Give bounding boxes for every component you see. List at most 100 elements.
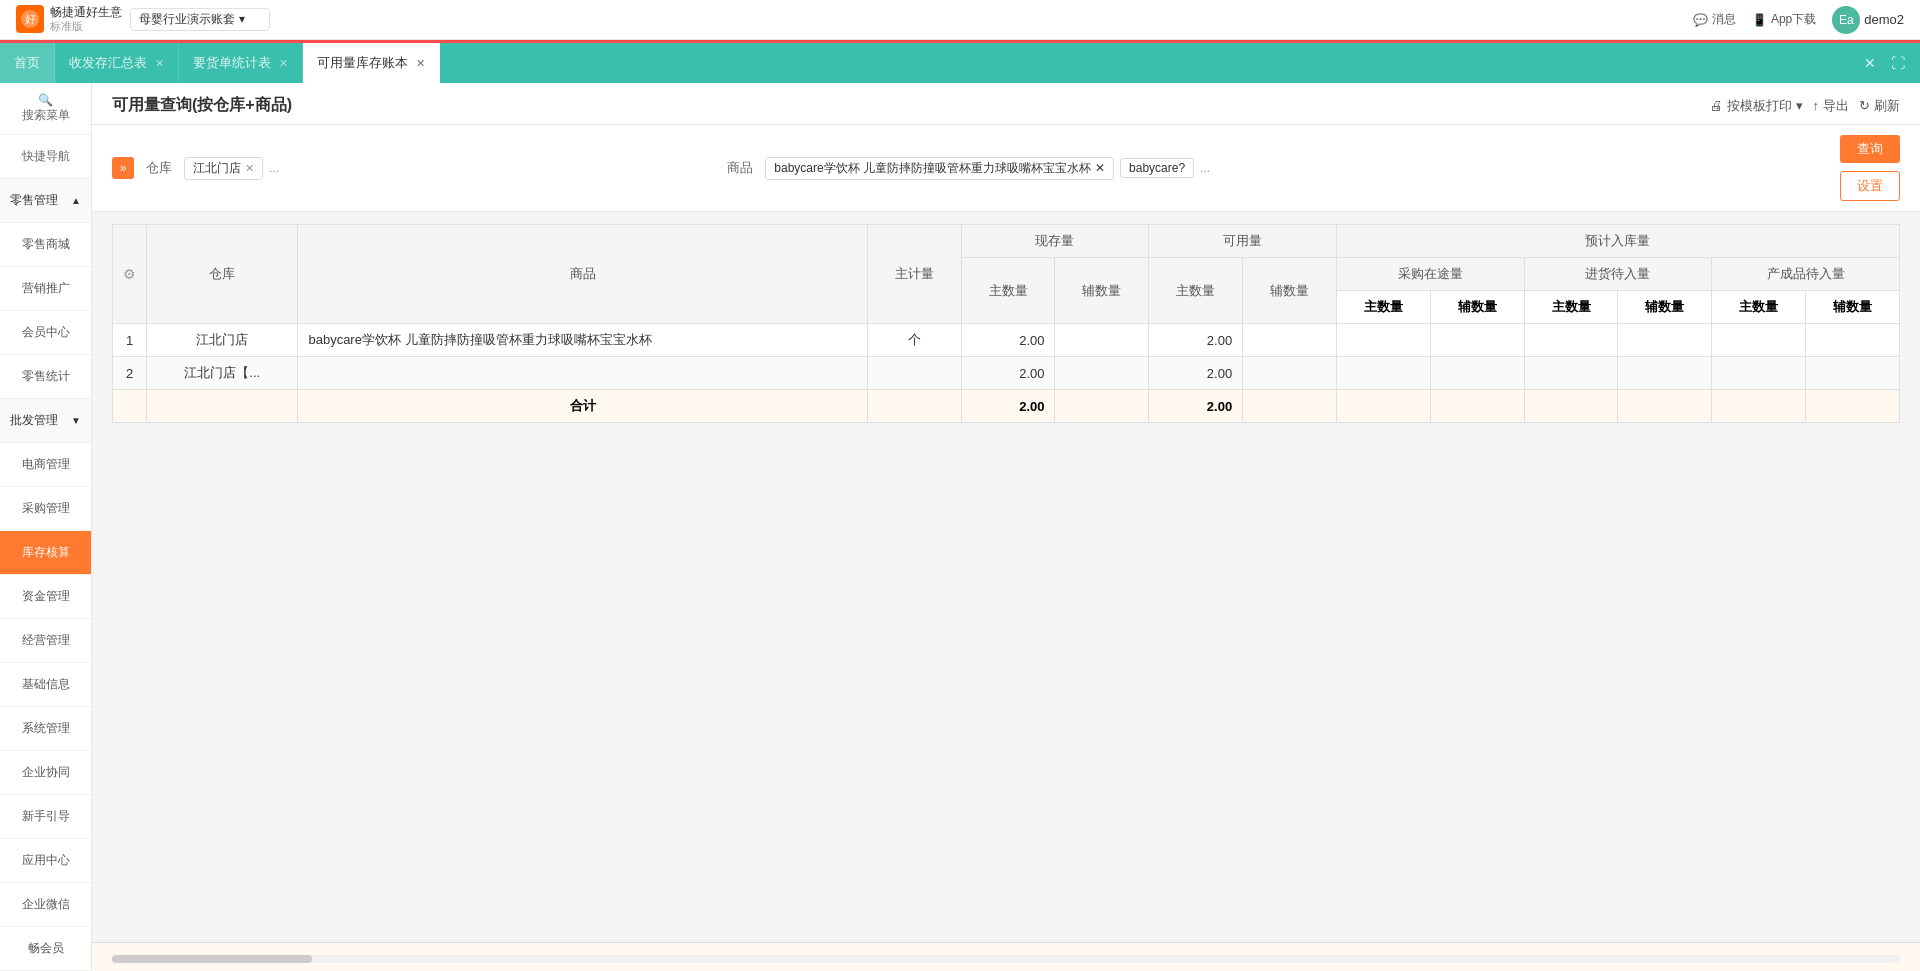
home-tab-label: 首页 (14, 54, 40, 72)
col-warehouse-header: 仓库 (147, 225, 298, 324)
sidebar-item-member2[interactable]: 畅会员 (0, 927, 91, 971)
col-available-main: 主数量 (1149, 258, 1243, 324)
col-purchase-main: 主数量 (1336, 291, 1430, 324)
top-bar-right: 💬 消息 📱 App下载 Ea demo2 (1693, 6, 1904, 34)
refresh-btn[interactable]: ↻ 刷新 (1859, 97, 1900, 115)
sidebar-item-finance[interactable]: 资金管理 (0, 575, 91, 619)
enterprise-label: 企业协同 (22, 764, 70, 781)
sidebar-item-wholesale[interactable]: 批发管理 ▼ (0, 399, 91, 443)
row-warehouse: 江北门店 (147, 324, 298, 357)
sidebar-item-operations[interactable]: 经营管理 (0, 619, 91, 663)
tab-close-all-btn[interactable]: ✕ (1858, 51, 1882, 75)
purchase-label: 采购管理 (22, 500, 70, 517)
retail-stat-label: 零售统计 (22, 368, 70, 385)
message-btn[interactable]: 💬 消息 (1693, 11, 1736, 28)
tab-available-stock[interactable]: 可用量库存账本 ✕ (303, 43, 440, 83)
col-incoming-sub: 辅数量 (1618, 291, 1712, 324)
col-available-sub: 辅数量 (1243, 258, 1337, 324)
warehouse-more-btn[interactable]: ... (269, 161, 279, 175)
row-incoming-main (1524, 357, 1618, 390)
sidebar-item-enterprise[interactable]: 企业协同 (0, 751, 91, 795)
top-bar: 好 畅捷通好生意 标准版 母婴行业演示账套 ▾ 💬 消息 📱 App下载 Ea … (0, 0, 1920, 40)
product-more-btn[interactable]: ... (1200, 161, 1210, 175)
user-area[interactable]: Ea demo2 (1832, 6, 1904, 34)
tab-home[interactable]: 首页 (0, 43, 55, 83)
page-title: 可用量查询(按仓库+商品) (112, 95, 292, 116)
footer-current-main: 2.00 (961, 390, 1055, 423)
query-btn[interactable]: 查询 (1840, 135, 1900, 163)
export-btn[interactable]: ↑ 导出 (1813, 97, 1850, 115)
app-download-btn[interactable]: 📱 App下载 (1752, 11, 1816, 28)
sidebar-shortcut[interactable]: 快捷导航 (0, 135, 91, 179)
scroll-thumb[interactable] (112, 955, 312, 963)
print-icon: 🖨 (1710, 98, 1723, 113)
sidebar-item-basic[interactable]: 基础信息 (0, 663, 91, 707)
receive-tab-close[interactable]: ✕ (155, 57, 164, 70)
shortcut-label: 快捷导航 (22, 148, 70, 165)
row-available-sub (1243, 324, 1337, 357)
sidebar-item-retail-stat[interactable]: 零售统计 (0, 355, 91, 399)
sidebar-item-retail-mall[interactable]: 零售商城 (0, 223, 91, 267)
operations-label: 经营管理 (22, 632, 70, 649)
sidebar-item-stock[interactable]: 库存核算 (0, 531, 91, 575)
product-tag-1-remove[interactable]: ✕ (1095, 161, 1105, 175)
sidebar-item-appcenter[interactable]: 应用中心 (0, 839, 91, 883)
row-current-main: 2.00 (961, 357, 1055, 390)
sidebar-item-purchase[interactable]: 采购管理 (0, 487, 91, 531)
row-product (298, 357, 867, 390)
sidebar-item-zero-retail[interactable]: 零售管理 ▲ (0, 179, 91, 223)
data-table: ⚙ 仓库 商品 主计量 现存量 (112, 224, 1900, 423)
available-stock-tab-close[interactable]: ✕ (416, 57, 425, 70)
ecommerce-label: 电商管理 (22, 456, 70, 473)
print-btn[interactable]: 🖨 按模板打印 ▾ (1710, 97, 1803, 115)
tab-order-stat[interactable]: 要货单统计表 ✕ (179, 43, 303, 83)
row-available-main: 2.00 (1149, 324, 1243, 357)
sidebar-item-member[interactable]: 会员中心 (0, 311, 91, 355)
col-product-header: 商品 (298, 225, 867, 324)
tab-receive[interactable]: 收发存汇总表 ✕ (55, 43, 179, 83)
product-filter-tags: babycare学饮杯 儿童防摔防撞吸管杯重力球吸嘴杯宝宝水杯 ✕ babyca… (765, 157, 1828, 180)
sidebar-item-ecommerce[interactable]: 电商管理 (0, 443, 91, 487)
page-header: 可用量查询(按仓库+商品) 🖨 按模板打印 ▾ ↑ 导出 ↻ 刷新 (92, 83, 1920, 125)
sidebar: 🔍 搜索菜单 快捷导航 零售管理 ▲ 零售商城 营销推广 会员中心 零售统计 批… (0, 83, 92, 971)
col-product-main: 主数量 (1712, 291, 1806, 324)
message-icon: 💬 (1693, 13, 1708, 27)
available-stock-tab-label: 可用量库存账本 (317, 54, 408, 72)
row-purchase-sub (1430, 357, 1524, 390)
table-footer (92, 942, 1920, 971)
row-available-sub (1243, 357, 1337, 390)
warehouse-tag-remove[interactable]: ✕ (245, 162, 254, 175)
horizontal-scrollbar[interactable] (112, 955, 1900, 963)
product-tag-1-text: babycare学饮杯 儿童防摔防撞吸管杯重力球吸嘴杯宝宝水杯 (774, 160, 1091, 177)
row-available-main: 2.00 (1149, 357, 1243, 390)
product-tag-1[interactable]: babycare学饮杯 儿童防摔防撞吸管杯重力球吸嘴杯宝宝水杯 ✕ (765, 157, 1114, 180)
main-layout: 🔍 搜索菜单 快捷导航 零售管理 ▲ 零售商城 营销推广 会员中心 零售统计 批… (0, 83, 1920, 971)
order-stat-tab-label: 要货单统计表 (193, 54, 271, 72)
product-tag-2[interactable]: babycare? (1120, 158, 1194, 178)
warehouse-tag[interactable]: 江北门店 ✕ (184, 157, 263, 180)
table-row: 2 江北门店【... 2.00 2.00 (113, 357, 1900, 390)
row-product-sub (1806, 324, 1900, 357)
sidebar-search[interactable]: 🔍 搜索菜单 (0, 83, 91, 135)
gear-icon[interactable]: ⚙ (123, 266, 136, 282)
sidebar-item-marketing[interactable]: 营销推广 (0, 267, 91, 311)
row-incoming-sub (1618, 324, 1712, 357)
avatar: Ea (1832, 6, 1860, 34)
sidebar-item-system[interactable]: 系统管理 (0, 707, 91, 751)
col-incoming-group: 预计入库量 (1336, 225, 1899, 258)
col-product-sub: 辅数量 (1806, 291, 1900, 324)
settings-btn[interactable]: 设置 (1840, 171, 1900, 201)
logo-icon: 好 (16, 5, 44, 33)
col-purchase-group: 采购在途量 (1336, 258, 1524, 291)
filter-actions: 查询 设置 (1840, 135, 1900, 201)
order-stat-tab-close[interactable]: ✕ (279, 57, 288, 70)
industry-select[interactable]: 母婴行业演示账套 ▾ (130, 8, 270, 31)
tab-fullscreen-btn[interactable]: ⛶ (1886, 51, 1910, 75)
marketing-label: 营销推广 (22, 280, 70, 297)
corpwx-label: 企业微信 (22, 896, 70, 913)
sidebar-item-newguide[interactable]: 新手引导 (0, 795, 91, 839)
filter-expand-btn[interactable]: » (112, 157, 134, 179)
col-current-sub: 辅数量 (1055, 258, 1149, 324)
sidebar-item-corpwx[interactable]: 企业微信 (0, 883, 91, 927)
tab-actions: ✕ ⛶ (1848, 43, 1920, 83)
